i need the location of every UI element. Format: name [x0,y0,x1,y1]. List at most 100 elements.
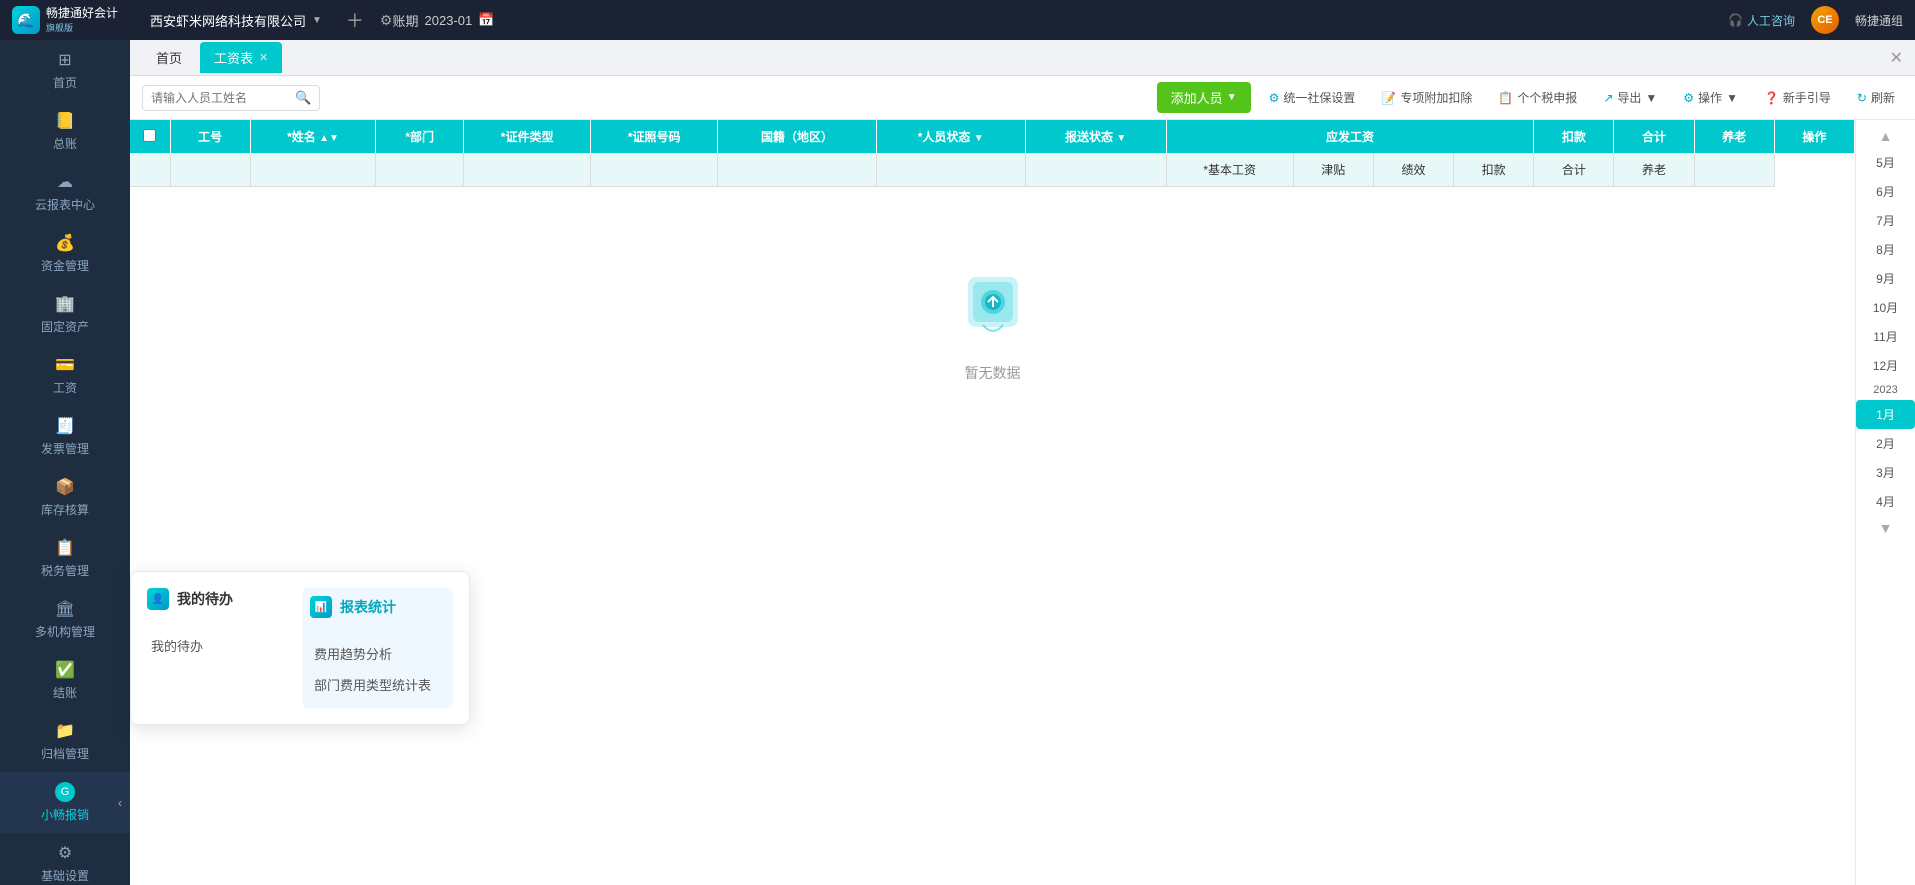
ledger-icon: 📒 [55,111,75,131]
sidebar-item-label: 首页 [53,74,77,91]
new-guide-button[interactable]: ❓ 新手引导 [1756,85,1839,110]
sidebar-item-fund[interactable]: 💰 资金管理 [0,223,130,284]
th-report-status: 报送状态 ▼ [1025,120,1166,153]
calendar-year-2023: 2023 [1856,380,1915,400]
sidebar-item-label: 资金管理 [41,257,89,274]
checkout-icon: ✅ [55,660,75,680]
cal-month-6[interactable]: 6月 [1856,177,1915,206]
sidebar-item-fixed-assets[interactable]: 🏢 固定资产 [0,284,130,345]
inventory-icon: 📦 [55,477,75,497]
headphone-icon: 🎧 [1728,13,1743,27]
sidebar-item-label: 多机构管理 [35,623,95,640]
sidebar: ⊞ 首页 📒 总账 ☁ 云报表中心 💰 资金管理 🏢 固定资产 💳 工资 🧾 发… [0,40,130,885]
sidebar-item-label: 库存核算 [41,501,89,518]
cal-month-7[interactable]: 7月 [1856,206,1915,235]
add-button[interactable]: ＋ [346,7,364,33]
th-operations: 操作 [1774,120,1854,153]
empty-icon [953,267,1033,347]
company-name: 西安虾米网络科技有限公司 [150,11,306,30]
sidebar-item-multi-org[interactable]: 🏛 多机构管理 [0,589,130,650]
tab-home[interactable]: 首页 [142,42,196,73]
th-cert-no: *证照号码 [591,120,718,153]
cal-month-2[interactable]: 2月 [1856,429,1915,458]
special-additional-button[interactable]: 📝 专项附加扣除 [1373,85,1480,110]
company-selector[interactable]: 西安虾米网络科技有限公司 ▼ [142,7,330,34]
sidebar-item-checkout[interactable]: ✅ 结账 [0,650,130,711]
sidebar-item-label: 结账 [53,684,77,701]
sidebar-item-xiaochang[interactable]: G 小畅报销 ‹ [0,772,130,833]
sidebar-item-archive[interactable]: 📁 归档管理 [0,711,130,772]
unified-social-insurance-button[interactable]: ⚙ 统一社保设置 [1261,85,1364,110]
calendar-panel: ▲ 5月 6月 7月 8月 9月 10月 11月 12月 2023 1月 2月 … [1855,120,1915,885]
sub-th-basic-salary: *基本工资 [1166,153,1293,187]
export-button[interactable]: ↗ 导出 ▼ [1595,85,1665,110]
tab-home-label: 首页 [156,48,182,67]
app-name: 畅捷通好会计 [46,6,118,20]
sidebar-item-label: 小畅报销 [41,806,89,823]
sub-th-total: 合计 [1534,153,1614,187]
sidebar-item-inventory[interactable]: 📦 库存核算 [0,467,130,528]
sub-th-deductions: 扣款 [1454,153,1534,187]
period-info: 账期 2023-01 📅 [392,11,494,30]
main-layout: ⊞ 首页 📒 总账 ☁ 云报表中心 💰 资金管理 🏢 固定资产 💳 工资 🧾 发… [0,40,1915,885]
calendar-icon[interactable]: 📅 [478,12,494,28]
sidebar-item-basic-settings[interactable]: ⚙ 基础设置 [0,833,130,885]
collapse-icon: ‹ [118,796,122,810]
guide-btn-icon: ❓ [1764,91,1779,105]
user-name[interactable]: 畅捷通组 [1855,12,1903,29]
sidebar-item-salary[interactable]: 💳 工资 [0,345,130,406]
sidebar-item-label: 固定资产 [41,318,89,335]
operation-dropdown-icon: ▼ [1726,91,1738,105]
home-icon: ⊞ [55,50,75,70]
tax-icon: 📋 [55,538,75,558]
th-total: 合计 [1614,120,1694,153]
toolbar: 🔍 添加人员 ▼ ⚙ 统一社保设置 📝 专项附加扣除 📋 个个税申报 ↗ 导出 [130,76,1915,120]
tab-salary[interactable]: 工资表 ✕ [200,42,282,73]
cal-month-10[interactable]: 10月 [1856,293,1915,322]
building-icon: 🏢 [55,294,75,314]
calendar-up-nav[interactable]: ▲ [1856,124,1915,148]
sidebar-item-ledger[interactable]: 📒 总账 [0,101,130,162]
search-icon[interactable]: 🔍 [295,90,311,106]
sidebar-item-tax[interactable]: 📋 税务管理 [0,528,130,589]
calendar-down-nav[interactable]: ▼ [1856,516,1915,540]
cal-month-11[interactable]: 11月 [1856,322,1915,351]
settings-gear-icon: ⚙ [55,843,75,863]
special-additional-icon: 📝 [1381,91,1396,105]
export-icon: ↗ [1603,91,1613,105]
cal-month-4[interactable]: 4月 [1856,487,1915,516]
cal-month-9[interactable]: 9月 [1856,264,1915,293]
operation-button[interactable]: ⚙ 操作 ▼ [1675,85,1746,110]
user-avatar: CE [1811,6,1839,34]
select-all-checkbox-th[interactable] [130,120,170,153]
xiaochang-icon: G [55,782,75,802]
cal-month-5[interactable]: 5月 [1856,148,1915,177]
support-button[interactable]: 🎧 人工咨询 [1728,12,1795,29]
sidebar-item-invoice[interactable]: 🧾 发票管理 [0,406,130,467]
avatar-initials: CE [1817,14,1832,26]
cal-month-3[interactable]: 3月 [1856,458,1915,487]
sidebar-item-label: 工资 [53,379,77,396]
sidebar-item-label: 总账 [53,135,77,152]
select-all-checkbox[interactable] [143,129,156,142]
app-edition: 旗舰版 [46,21,118,34]
search-input[interactable] [151,91,291,105]
th-deductions: 扣款 [1534,120,1614,153]
add-person-dropdown-icon: ▼ [1227,92,1237,103]
period-label: 账期 [392,11,418,30]
settings-icon[interactable]: ⚙ [380,12,393,29]
refresh-button[interactable]: ↻ 刷新 [1849,85,1903,110]
empty-text: 暂无数据 [965,363,1021,383]
cal-month-1[interactable]: 1月 [1856,400,1915,429]
add-person-button[interactable]: 添加人员 ▼ [1157,82,1251,113]
right-actions: 🎧 人工咨询 CE 畅捷通组 [1728,6,1903,34]
personal-tax-button[interactable]: 📋 个个税申报 [1490,85,1585,110]
close-panel-button[interactable]: ✕ [1890,48,1903,68]
cal-month-12[interactable]: 12月 [1856,351,1915,380]
cal-month-8[interactable]: 8月 [1856,235,1915,264]
social-insurance-icon: ⚙ [1269,91,1280,105]
sidebar-item-home[interactable]: ⊞ 首页 [0,40,130,101]
sidebar-item-label: 基础设置 [41,867,89,884]
sidebar-item-cloud-report[interactable]: ☁ 云报表中心 [0,162,130,223]
tab-close-icon[interactable]: ✕ [259,51,268,64]
